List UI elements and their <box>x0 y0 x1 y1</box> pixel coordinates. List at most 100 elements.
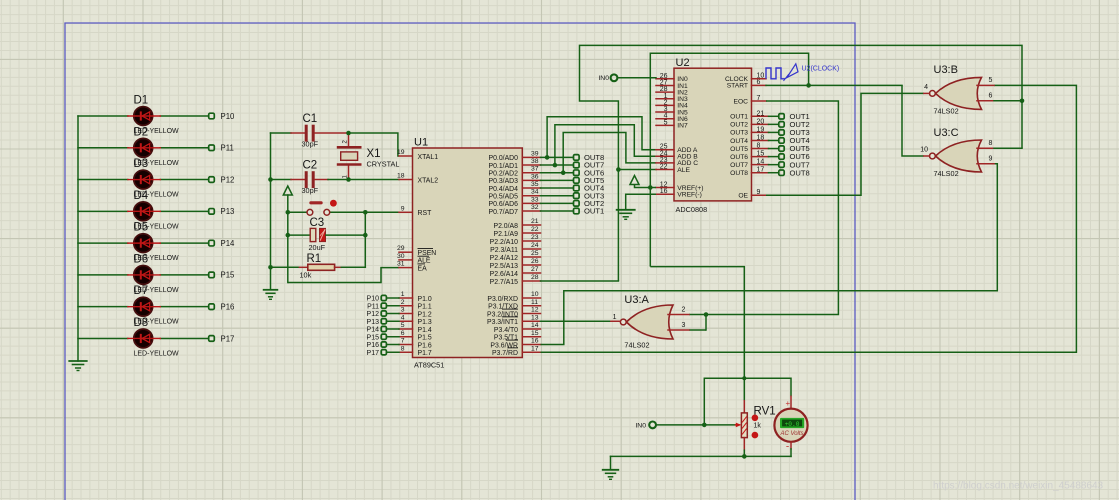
svg-text:+0.0: +0.0 <box>785 421 800 428</box>
svg-text:10: 10 <box>531 291 539 298</box>
svg-text:XTAL1: XTAL1 <box>418 154 439 161</box>
svg-text:74LS02: 74LS02 <box>624 341 649 350</box>
svg-text:-: - <box>786 442 789 453</box>
svg-text:2: 2 <box>682 307 686 314</box>
svg-text:P2.0/A8: P2.0/A8 <box>493 223 518 230</box>
svg-text:32: 32 <box>531 204 539 211</box>
svg-text:10: 10 <box>920 146 928 153</box>
svg-text:38: 38 <box>531 158 539 165</box>
svg-text:P2.5/A13: P2.5/A13 <box>490 263 519 270</box>
svg-text:IN7: IN7 <box>677 123 688 130</box>
svg-text:19: 19 <box>397 149 405 156</box>
svg-text:ADC0808: ADC0808 <box>676 205 708 214</box>
svg-text:CRYSTAL: CRYSTAL <box>367 159 400 168</box>
svg-text:EA: EA <box>418 265 428 272</box>
svg-text:4: 4 <box>401 314 405 321</box>
svg-text:P2.6/A14: P2.6/A14 <box>490 271 519 278</box>
svg-text:VREF(-): VREF(-) <box>677 192 702 199</box>
svg-text:D7: D7 <box>134 285 149 297</box>
svg-text:10k: 10k <box>300 271 312 280</box>
svg-text:P12: P12 <box>221 175 235 184</box>
svg-text:2: 2 <box>401 299 405 306</box>
svg-text:30pF: 30pF <box>302 186 319 195</box>
svg-text:P2.7/A15: P2.7/A15 <box>490 279 519 286</box>
svg-text:15: 15 <box>531 330 539 337</box>
svg-text:30pF: 30pF <box>302 140 319 149</box>
svg-text:22: 22 <box>531 226 539 233</box>
svg-text:U2(CLOCK): U2(CLOCK) <box>802 66 840 73</box>
svg-text:OUT8: OUT8 <box>730 170 748 177</box>
svg-text:U3:B: U3:B <box>934 64 958 76</box>
svg-text:P1.4: P1.4 <box>418 327 432 334</box>
svg-text:8: 8 <box>989 140 993 147</box>
svg-text:C3: C3 <box>310 217 325 229</box>
svg-text:P10: P10 <box>367 296 380 303</box>
svg-text:74LS02: 74LS02 <box>934 169 959 178</box>
svg-text:OUT7: OUT7 <box>730 162 748 169</box>
svg-text:AT89C51: AT89C51 <box>414 361 444 370</box>
svg-text:9: 9 <box>989 155 993 162</box>
svg-text:7: 7 <box>401 338 405 345</box>
svg-text:OUT1: OUT1 <box>584 207 604 216</box>
svg-text:P3.0/RXD: P3.0/RXD <box>487 296 518 303</box>
svg-text:U3:A: U3:A <box>624 294 649 306</box>
svg-text:P15: P15 <box>367 334 380 341</box>
svg-text:29: 29 <box>397 245 405 252</box>
svg-text:+: + <box>785 399 790 408</box>
svg-text:18: 18 <box>397 173 405 180</box>
svg-text:31: 31 <box>397 261 405 268</box>
svg-text:ALE: ALE <box>677 167 690 174</box>
svg-text:OUT8: OUT8 <box>790 168 810 177</box>
svg-text:P12: P12 <box>367 311 380 318</box>
svg-text:OUT4: OUT4 <box>730 138 748 145</box>
svg-text:D6: D6 <box>134 253 149 265</box>
svg-text:P15: P15 <box>221 271 236 280</box>
svg-text:39: 39 <box>531 150 539 157</box>
svg-text:36: 36 <box>531 173 539 180</box>
svg-text:P13: P13 <box>221 207 235 216</box>
svg-text:3: 3 <box>401 307 405 314</box>
svg-text:1: 1 <box>401 291 405 298</box>
svg-text:1: 1 <box>613 314 617 321</box>
svg-text:X1: X1 <box>367 148 381 160</box>
svg-text:3: 3 <box>682 322 686 329</box>
svg-text:P1.3: P1.3 <box>418 319 432 326</box>
svg-text:P1.6: P1.6 <box>418 342 432 349</box>
svg-text:6: 6 <box>401 330 405 337</box>
svg-text:OUT1: OUT1 <box>730 114 748 121</box>
svg-text:P1.2: P1.2 <box>418 311 432 318</box>
svg-text:RV1: RV1 <box>754 406 776 418</box>
svg-text:16: 16 <box>531 338 539 345</box>
svg-text:P16: P16 <box>367 342 380 349</box>
svg-text:30: 30 <box>397 253 405 260</box>
svg-text:LED-YELLOW: LED-YELLOW <box>134 350 180 357</box>
svg-text:D8: D8 <box>134 317 149 329</box>
svg-text:P3.3/INT1: P3.3/INT1 <box>487 319 518 326</box>
svg-text:35: 35 <box>531 181 539 188</box>
svg-text:https;//blog.csdn.net/weixin_4: https;//blog.csdn.net/weixin_45488643 <box>933 481 1104 492</box>
svg-text:25: 25 <box>531 250 539 257</box>
svg-text:P14: P14 <box>367 327 380 334</box>
svg-text:P0.6/AD6: P0.6/AD6 <box>489 201 519 208</box>
svg-text:28: 28 <box>531 274 539 281</box>
svg-text:IN0: IN0 <box>635 422 646 429</box>
svg-text:12: 12 <box>531 307 539 314</box>
svg-text:P3.4/T0: P3.4/T0 <box>494 327 518 334</box>
svg-text:OUT5: OUT5 <box>730 146 748 153</box>
svg-text:C2: C2 <box>303 159 318 171</box>
svg-text:START: START <box>727 83 748 90</box>
svg-text:21: 21 <box>531 218 539 225</box>
svg-text:RST: RST <box>418 210 433 217</box>
svg-text:OUT2: OUT2 <box>730 122 748 129</box>
svg-text:1k: 1k <box>754 423 762 430</box>
svg-text:D2: D2 <box>134 126 149 138</box>
svg-text:P10: P10 <box>221 112 236 121</box>
svg-text:26: 26 <box>531 258 539 265</box>
svg-text:C1: C1 <box>303 113 318 125</box>
svg-text:P0.7/AD7: P0.7/AD7 <box>489 209 519 216</box>
svg-text:P0.0/AD0: P0.0/AD0 <box>489 155 519 162</box>
svg-text:P0.2/AD2: P0.2/AD2 <box>489 171 519 178</box>
svg-text:6: 6 <box>989 92 993 99</box>
svg-text:OUT6: OUT6 <box>730 154 748 161</box>
svg-text:EOC: EOC <box>734 98 749 105</box>
